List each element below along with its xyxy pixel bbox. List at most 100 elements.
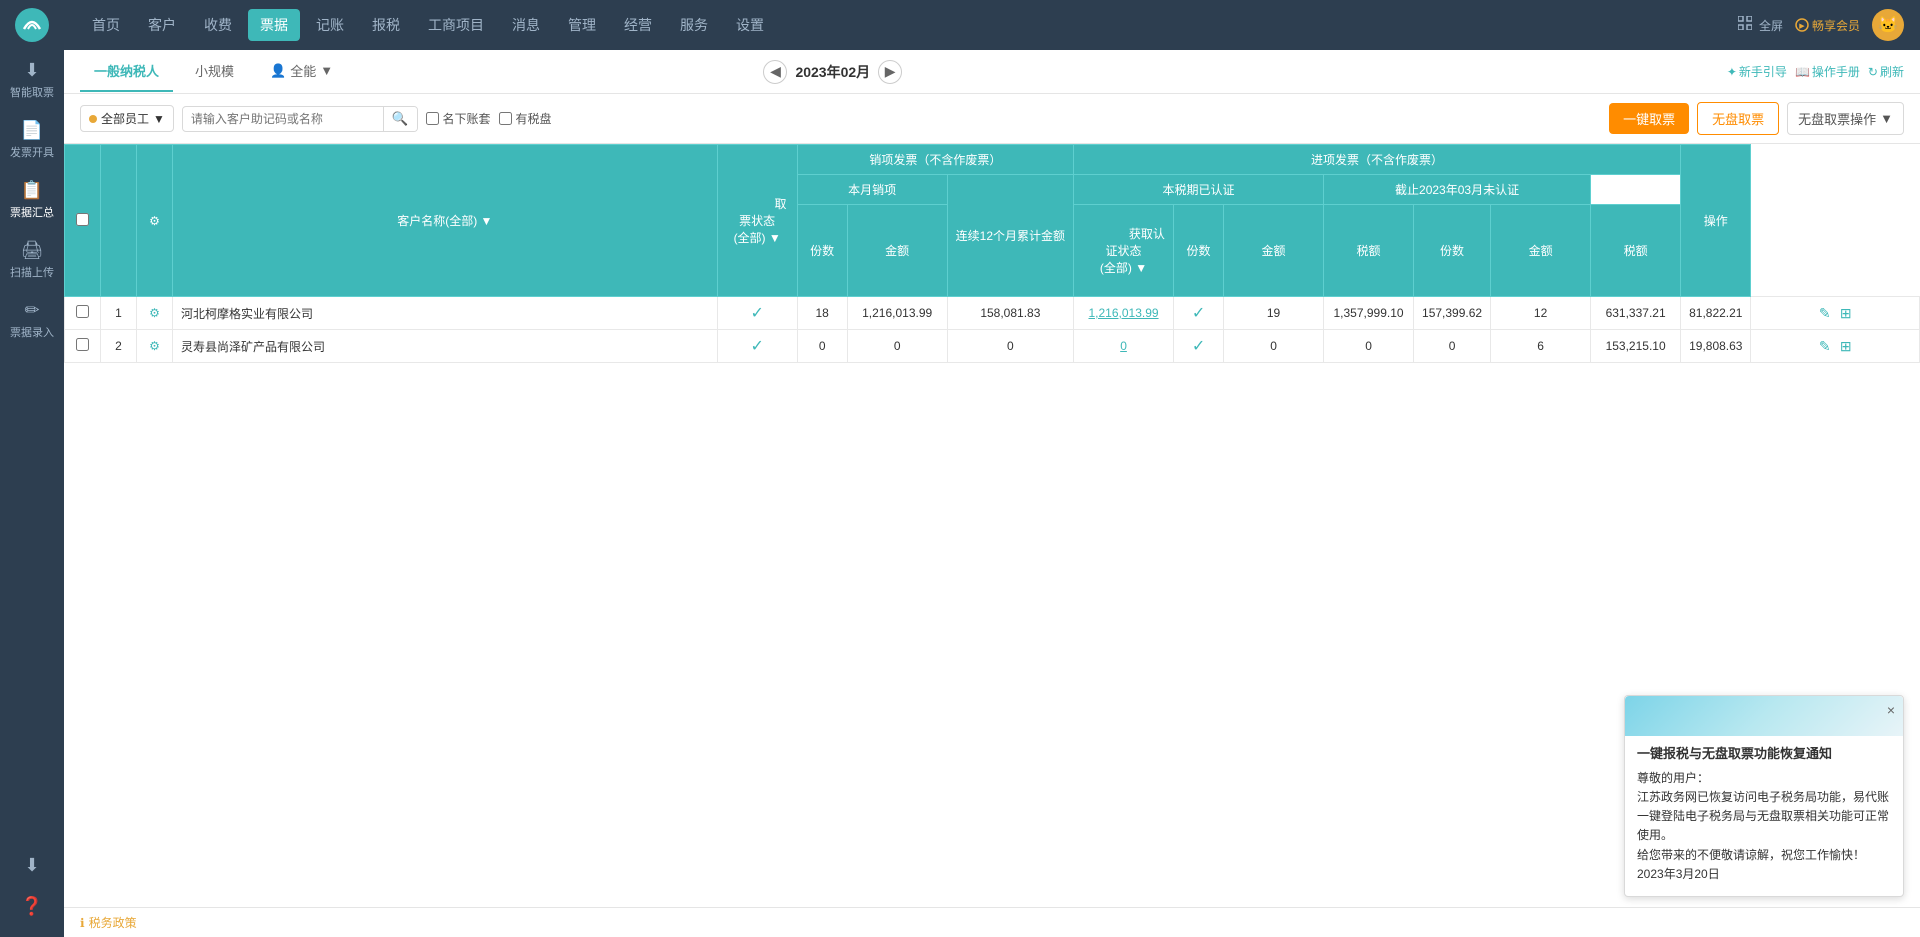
th-uncert-count: 份数 (1414, 205, 1491, 297)
nav-service[interactable]: 服务 (668, 9, 720, 41)
current-month: 2023年02月 (795, 62, 870, 82)
nav-accounting[interactable]: 记账 (304, 9, 356, 41)
manual-button[interactable]: 📖 操作手册 (1795, 63, 1860, 80)
th-group-sale: 销项发票（不含作废票） (797, 145, 1073, 175)
sub-account-checkbox-label[interactable]: 名下账套 (426, 110, 491, 127)
has-disk-checkbox-label[interactable]: 有税盘 (499, 110, 552, 127)
th-customer-name[interactable]: 客户名称(全部) ▼ (173, 145, 718, 297)
notification-body: 一键报税与无盘取票功能恢复通知 尊敬的用户： 江苏政务网已恢复访问电子税务局功能… (1625, 736, 1903, 896)
row-1-checkbox[interactable] (76, 305, 89, 318)
nav-invoice[interactable]: 票据 (248, 9, 300, 41)
new-guide-button[interactable]: ✦ 新手引导 (1727, 63, 1787, 80)
sub-account-checkbox[interactable] (426, 112, 439, 125)
tab-all-dropdown-icon[interactable]: ▼ (320, 63, 333, 78)
row-purch-count-2: 0 (1224, 330, 1324, 363)
cumulative-link-2[interactable]: 0 (1120, 339, 1127, 353)
scan-icon: 🖨 (21, 240, 44, 261)
th-num (101, 145, 137, 297)
select-all-checkbox[interactable] (76, 213, 89, 226)
sidebar-item-download[interactable]: ⬇ (0, 845, 64, 886)
row-sale-amount-2: 0 (847, 330, 947, 363)
detail-icon-1[interactable]: ⊞ (1840, 305, 1852, 321)
nav-operation[interactable]: 经营 (612, 9, 664, 41)
no-disk-ops-button[interactable]: 无盘取票操作 ▼ (1787, 102, 1904, 135)
guide-icon: ✦ (1727, 65, 1737, 79)
sidebar-item-issue-invoice[interactable]: 📄 发票开具 (0, 110, 64, 170)
edit-icon-1[interactable]: ✎ (1819, 305, 1831, 321)
table-row: 2 ⚙ 灵寿县尚泽矿产品有限公司 ✓ 0 0 0 0 ✓ (65, 330, 1920, 363)
invoice-table: ⚙ 客户名称(全部) ▼ 取票状态(全部) ▼ 销项发票（不含作废票） 进项发票… (64, 144, 1920, 363)
member-button[interactable]: ▶ 畅享会员 (1795, 17, 1860, 34)
no-disk-fetch-button[interactable]: 无盘取票 (1697, 102, 1779, 135)
row-gear-1[interactable]: ⚙ (137, 297, 173, 330)
prev-month-button[interactable]: ◀ (763, 60, 787, 84)
search-button[interactable]: 🔍 (383, 107, 417, 131)
th-certify-status[interactable]: 获取认证状态(全部) ▼ (1074, 205, 1174, 297)
row-uncert-tax-2: 19,808.63 (1681, 330, 1751, 363)
edit-icon-2[interactable]: ✎ (1819, 338, 1831, 354)
tab-all[interactable]: 👤 全能 ▼ (256, 51, 347, 92)
nav-management[interactable]: 管理 (556, 9, 608, 41)
sidebar-item-invoice-summary[interactable]: 📋 票据汇总 (0, 170, 64, 230)
has-disk-checkbox[interactable] (499, 112, 512, 125)
tab-general-taxpayer[interactable]: 一般纳税人 (80, 51, 173, 92)
th-gear: ⚙ (137, 145, 173, 297)
avatar[interactable]: 🐱 (1872, 9, 1904, 41)
row-sale-tax-1: 158,081.83 (947, 297, 1073, 330)
avatar-icon: 🐱 (1878, 15, 1898, 35)
search-box: 🔍 (182, 106, 418, 132)
nav-message[interactable]: 消息 (500, 9, 552, 41)
notification-text: 江苏政务网已恢复访问电子税务局功能，易代账一键登陆电子税务局与无盘取票相关功能可… (1637, 788, 1891, 846)
row-purch-tax-2: 0 (1414, 330, 1491, 363)
th-fetch-status[interactable]: 取票状态(全部) ▼ (717, 145, 797, 297)
search-icon: 🔍 (392, 111, 409, 126)
row-purch-count-1: 19 (1224, 297, 1324, 330)
sidebar-item-help[interactable]: ❓ (0, 886, 64, 927)
nav-business[interactable]: 工商项目 (416, 9, 496, 41)
th-subgroup-certified: 本税期已认证 (1074, 175, 1324, 205)
fetch-status-check-icon-2: ✓ (750, 338, 763, 355)
detail-icon-2[interactable]: ⊞ (1840, 338, 1852, 354)
fullscreen-button[interactable]: 全屏 (1738, 16, 1783, 34)
sidebar-item-smart-fetch[interactable]: ⬇ 智能取票 (0, 50, 64, 110)
nav-home[interactable]: 首页 (80, 9, 132, 41)
one-click-fetch-button[interactable]: 一键取票 (1609, 103, 1689, 134)
row-uncert-count-1: 12 (1491, 297, 1591, 330)
employee-select[interactable]: 全部员工 ▼ (80, 105, 174, 132)
row-certify-status-2: ✓ (1174, 330, 1224, 363)
entry-icon: ✏ (24, 300, 39, 321)
nav-customer[interactable]: 客户 (136, 9, 188, 41)
th-ops: 操作 (1681, 145, 1751, 297)
nav-settings[interactable]: 设置 (724, 9, 776, 41)
cumulative-link-1[interactable]: 1,216,013.99 (1088, 306, 1158, 320)
search-input[interactable] (183, 108, 383, 130)
refresh-button[interactable]: ↻ 刷新 (1868, 63, 1904, 80)
tax-policy-link[interactable]: 税务政策 (89, 914, 137, 931)
sidebar-item-data-entry[interactable]: ✏ 票据录入 (0, 290, 64, 350)
sidebar-item-scan-upload[interactable]: 🖨 扫描上传 (0, 230, 64, 290)
tab-bar: 一般纳税人 小规模 👤 全能 ▼ ◀ 2023年02月 ▶ ✦ 新手引导 📖 操 (64, 50, 1920, 94)
sidebar-logo[interactable] (0, 0, 64, 50)
next-month-button[interactable]: ▶ (878, 60, 902, 84)
row-cumulative-1[interactable]: 1,216,013.99 (1074, 297, 1174, 330)
row-sale-count-1: 18 (797, 297, 847, 330)
top-nav-right: 全屏 ▶ 畅享会员 🐱 (1738, 9, 1904, 41)
nav-tax[interactable]: 报税 (360, 9, 412, 41)
nav-collection[interactable]: 收费 (192, 9, 244, 41)
notification-greeting: 尊敬的用户： (1637, 769, 1891, 788)
th-subgroup-monthly-sale: 本月销项 (797, 175, 947, 205)
row-2-checkbox[interactable] (76, 338, 89, 351)
svg-text:▶: ▶ (1799, 23, 1805, 30)
th-uncert-tax: 税额 (1591, 205, 1681, 297)
row-uncert-tax-1: 81,822.21 (1681, 297, 1751, 330)
th-subgroup-uncertified: 截止2023年03月未认证 (1324, 175, 1591, 205)
row-sale-count-2: 0 (797, 330, 847, 363)
row-cumulative-2[interactable]: 0 (1074, 330, 1174, 363)
sidebar: ⬇ 智能取票 📄 发票开具 📋 票据汇总 🖨 扫描上传 ✏ 票据录入 ⬇ ❓ (0, 0, 64, 937)
notification-close-button[interactable]: × (1887, 702, 1895, 718)
notification-scroll[interactable]: 尊敬的用户： 江苏政务网已恢复访问电子税务局功能，易代账一键登陆电子税务局与无盘… (1637, 769, 1891, 884)
toolbar: 全部员工 ▼ 🔍 名下账套 有税盘 一键取票 无盘取票 无 (64, 94, 1920, 144)
row-check-1 (65, 297, 101, 330)
tab-small-scale[interactable]: 小规模 (181, 51, 248, 92)
row-gear-2[interactable]: ⚙ (137, 330, 173, 363)
